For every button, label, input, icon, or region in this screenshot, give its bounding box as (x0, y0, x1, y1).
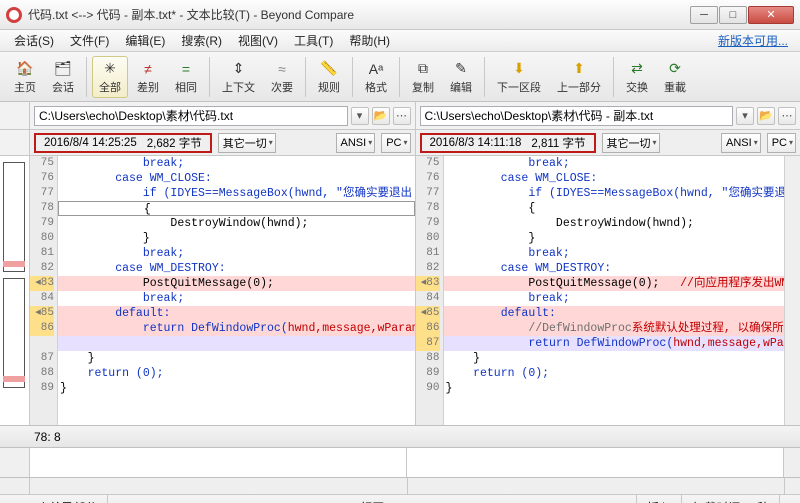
overview-gutter[interactable] (0, 156, 30, 425)
edit-icon: ✎ (451, 59, 471, 79)
toolbar: 🏠主页 🗂会话 ✳全部 ≠差别 =相同 ⇕上下文 ≈次要 📏规则 Aᵃ格式 ⧉复… (0, 52, 800, 102)
all-button[interactable]: ✳全部 (92, 56, 128, 98)
right-filter-select[interactable]: 其它一切 (602, 133, 660, 153)
swap-icon: ⇄ (627, 59, 647, 79)
menu-view[interactable]: 视图(V) (230, 32, 286, 49)
right-lineend-select[interactable]: PC (767, 133, 796, 153)
right-path-input[interactable]: C:\Users\echo\Desktop\素材\代码 - 副本.txt (420, 106, 734, 126)
update-available-link[interactable]: 新版本可用... (718, 32, 794, 49)
menu-file[interactable]: 文件(F) (62, 32, 117, 49)
right-size: 2,811 字节 (531, 135, 585, 151)
sessions-icon: 🗂 (53, 59, 73, 79)
load-time: 加载时间: 0 秒 (692, 499, 769, 503)
status-center: 相同 (360, 499, 384, 503)
right-line-detail[interactable] (407, 448, 784, 477)
diff-icon: ≠ (138, 59, 158, 79)
left-line-numbers: 7576777879808182 ◂8384◂8586 878889 (30, 156, 58, 425)
detail-scrollbar[interactable] (784, 448, 800, 477)
left-open-button[interactable]: 📂 (372, 107, 390, 125)
left-path-input[interactable]: C:\Users\echo\Desktop\素材\代码.txt (34, 106, 348, 126)
home-icon: 🏠 (15, 59, 35, 79)
right-timestamp: 2016/8/3 14:11:18 (430, 137, 522, 149)
arrow-up-icon: ⬆ (569, 59, 589, 79)
left-timestamp: 2016/8/4 14:25:25 (44, 137, 137, 149)
menu-help[interactable]: 帮助(H) (341, 32, 398, 49)
vertical-scrollbar[interactable] (784, 156, 800, 425)
left-path-dropdown[interactable]: ▾ (351, 107, 369, 125)
rules-button[interactable]: 📏规则 (311, 56, 347, 98)
right-open-button[interactable]: 📂 (757, 107, 775, 125)
prev-section-button[interactable]: ⬆上一部分 (550, 56, 608, 98)
left-encoding-select[interactable]: ANSI (336, 133, 376, 153)
menu-session[interactable]: 会话(S) (6, 32, 62, 49)
copy-icon: ⧉ (413, 59, 433, 79)
same-icon: = (176, 59, 196, 79)
edit-button[interactable]: ✎编辑 (443, 56, 479, 98)
same-button[interactable]: =相同 (168, 56, 204, 98)
format-button[interactable]: Aᵃ格式 (358, 56, 394, 98)
left-browse-button[interactable]: ⋯ (393, 107, 411, 125)
cursor-position: 78: 8 (0, 426, 800, 448)
diff-button[interactable]: ≠差别 (130, 56, 166, 98)
left-size: 2,682 字节 (147, 135, 202, 151)
format-icon: Aᵃ (366, 59, 386, 79)
window-title: 代码.txt <--> 代码 - 副本.txt* - 文本比较(T) - Bey… (28, 6, 690, 23)
minimize-button[interactable]: ─ (690, 6, 718, 24)
menu-tools[interactable]: 工具(T) (286, 32, 341, 49)
right-path-dropdown[interactable]: ▾ (736, 107, 754, 125)
menu-search[interactable]: 搜索(R) (173, 32, 230, 49)
right-line-numbers: 7576777879808182 ◂8384◂8586 87888990 (416, 156, 444, 425)
swap-button[interactable]: ⇄交换 (619, 56, 655, 98)
context-icon: ⇕ (229, 59, 249, 79)
left-filter-select[interactable]: 其它一切 (218, 133, 276, 153)
left-lineend-select[interactable]: PC (381, 133, 410, 153)
maximize-button[interactable]: □ (719, 6, 747, 24)
right-code-pane[interactable]: break; case WM_CLOSE: if (IDYES==Message… (444, 156, 785, 425)
arrow-down-icon: ⬇ (509, 59, 529, 79)
horizontal-scrollbar[interactable] (0, 478, 800, 495)
menu-edit[interactable]: 编辑(E) (117, 32, 173, 49)
right-browse-button[interactable]: ⋯ (778, 107, 796, 125)
reload-button[interactable]: ⟳重載 (657, 56, 693, 98)
left-line-detail[interactable] (30, 448, 407, 477)
copy-button[interactable]: ⧉复制 (405, 56, 441, 98)
minor-button[interactable]: ≈次要 (264, 56, 300, 98)
menu-bar: 会话(S) 文件(F) 编辑(E) 搜索(R) 视图(V) 工具(T) 帮助(H… (0, 30, 800, 52)
all-icon: ✳ (100, 59, 120, 79)
left-file-info: 2016/8/4 14:25:25 2,682 字节 (34, 133, 212, 153)
sessions-button[interactable]: 🗂会话 (45, 56, 81, 98)
right-file-info: 2016/8/3 14:11:18 2,811 字节 (420, 133, 596, 153)
minor-icon: ≈ (272, 59, 292, 79)
home-button[interactable]: 🏠主页 (7, 56, 43, 98)
rules-icon: 📏 (319, 59, 339, 79)
reload-icon: ⟳ (665, 59, 685, 79)
status-bar: ≠12 个差异部分 相同 插入 加载时间: 0 秒 (0, 495, 800, 503)
diff-count: 12 个差异部分 (21, 499, 98, 503)
next-section-button[interactable]: ⬇下一区段 (490, 56, 548, 98)
right-encoding-select[interactable]: ANSI (721, 133, 761, 153)
left-code-pane[interactable]: break; case WM_CLOSE: if (IDYES==Message… (58, 156, 415, 425)
app-icon (6, 7, 22, 23)
context-button[interactable]: ⇕上下文 (215, 56, 262, 98)
insert-mode: 插入 (647, 499, 671, 503)
close-button[interactable]: ✕ (748, 6, 794, 24)
